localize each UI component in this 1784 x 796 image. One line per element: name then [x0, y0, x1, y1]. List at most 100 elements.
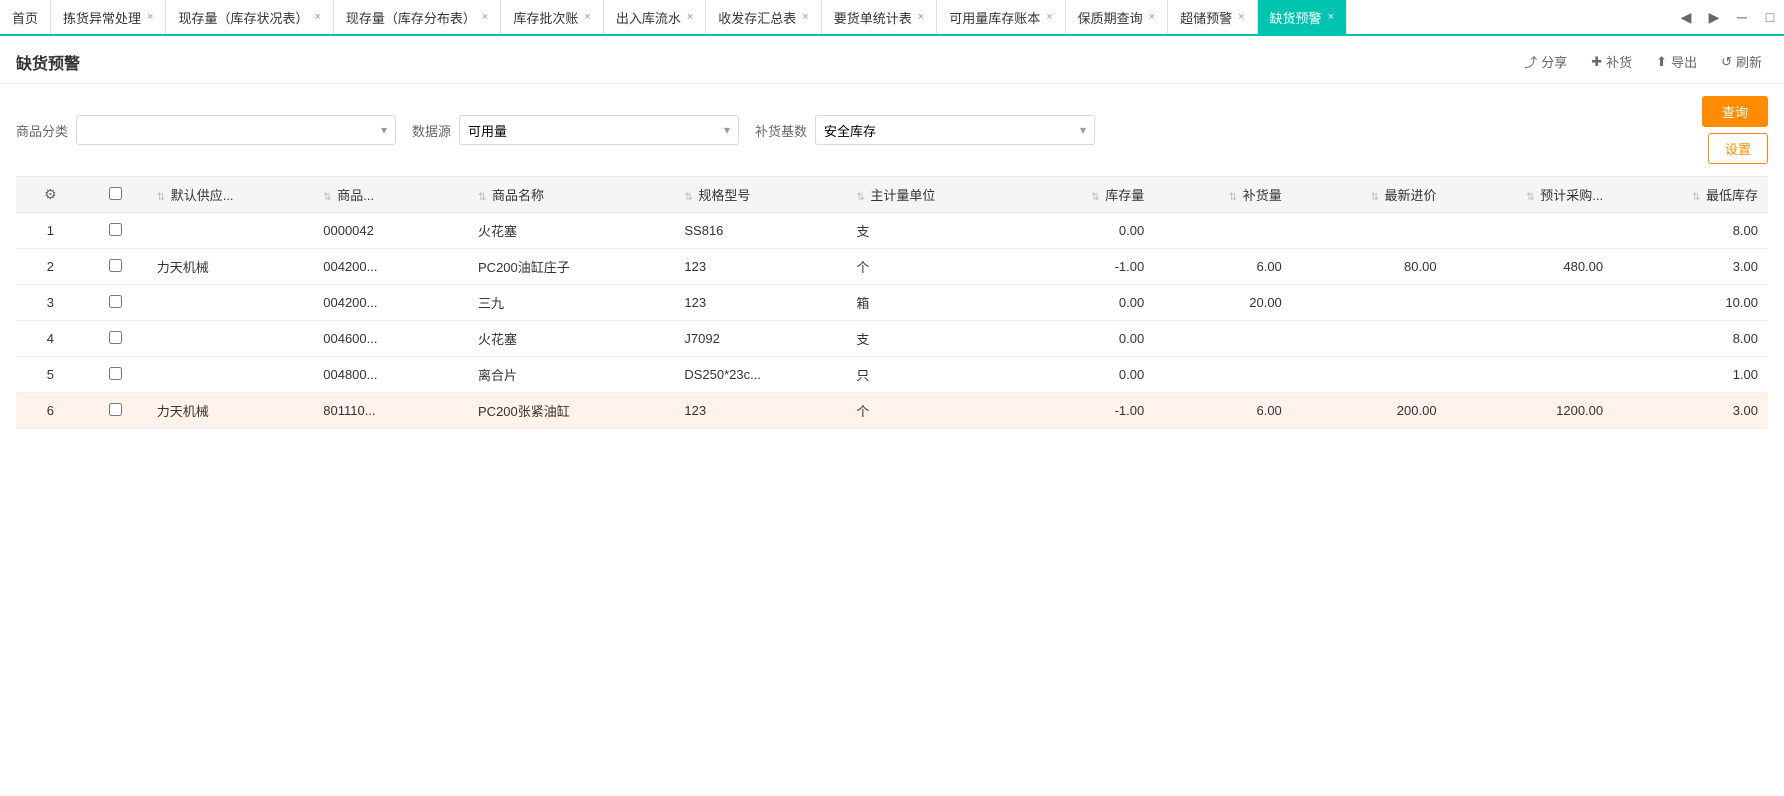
tab-item-inout[interactable]: 出入库流水×	[604, 0, 706, 34]
replenish-base-value: 安全库存	[824, 121, 876, 140]
sort-code-icon[interactable]: ⇅	[323, 192, 331, 203]
sort-supplier-icon[interactable]: ⇅	[157, 192, 165, 203]
export-icon: ⬆	[1656, 54, 1667, 70]
cell-min-stock: 3.00	[1613, 249, 1768, 285]
cell-plan: 480.00	[1447, 249, 1614, 285]
select-all-checkbox[interactable]	[109, 187, 122, 200]
tab-item-collect[interactable]: 收发存汇总表×	[706, 0, 821, 34]
cell-spec: J7092	[674, 321, 846, 357]
cell-checkbox[interactable]	[85, 357, 147, 393]
tab-item-available[interactable]: 可用量库存账本×	[937, 0, 1065, 34]
cell-checkbox[interactable]	[85, 213, 147, 249]
tab-prev-button[interactable]: ◀	[1672, 0, 1700, 35]
row-checkbox[interactable]	[109, 223, 122, 236]
tab-item-exception[interactable]: 拣货异常处理×	[51, 0, 166, 34]
th-gear[interactable]: ⚙	[16, 177, 85, 213]
tab-label: 超储预警	[1180, 8, 1232, 27]
tab-close-btn[interactable]: ×	[687, 11, 693, 23]
cell-unit: 个	[846, 393, 1016, 429]
row-checkbox[interactable]	[109, 331, 122, 344]
cell-replenish: 6.00	[1154, 393, 1292, 429]
tab-item-inventory-dist[interactable]: 现存量（库存分布表）×	[334, 0, 501, 34]
tab-close-btn[interactable]: ×	[1238, 11, 1244, 23]
tab-item-order-stats[interactable]: 要货单统计表×	[822, 0, 937, 34]
category-select[interactable]: ▾	[76, 115, 396, 145]
datasource-select[interactable]: 可用量 ▾	[459, 115, 739, 145]
tab-item-batch[interactable]: 库存批次账×	[501, 0, 603, 34]
table-row: 5 004800... 离合片 DS250*23c... 只 0.00 1.00	[16, 357, 1768, 393]
cell-code: 004200...	[313, 249, 468, 285]
sort-min-icon[interactable]: ⇅	[1692, 192, 1700, 203]
tab-item-inventory-status[interactable]: 现存量（库存状况表）×	[166, 0, 333, 34]
th-supplier: ⇅ 默认供应...	[147, 177, 314, 213]
sort-name-icon[interactable]: ⇅	[478, 192, 486, 203]
window-minimize-button[interactable]: ─	[1728, 0, 1756, 35]
cell-index: 1	[16, 213, 85, 249]
tab-bar: 首页拣货异常处理×现存量（库存状况表）×现存量（库存分布表）×库存批次账×出入库…	[0, 0, 1784, 36]
tab-close-btn[interactable]: ×	[802, 11, 808, 23]
sort-unit-icon[interactable]: ⇅	[856, 192, 864, 203]
table-container: ⚙ ⇅ 默认供应... ⇅ 商品... ⇅ 商品名称	[0, 176, 1784, 429]
tab-close-btn[interactable]: ×	[314, 11, 320, 23]
export-button[interactable]: ⬆ 导出	[1650, 48, 1703, 75]
tab-next-button[interactable]: ▶	[1700, 0, 1728, 35]
th-unit: ⇅ 主计量单位	[846, 177, 1016, 213]
cell-name: 离合片	[468, 357, 674, 393]
cell-index: 4	[16, 321, 85, 357]
tab-item-overstock[interactable]: 超储预警 ×	[1168, 0, 1257, 34]
tab-item-home[interactable]: 首页	[0, 0, 51, 34]
row-checkbox[interactable]	[109, 367, 122, 380]
cell-min-stock: 3.00	[1613, 393, 1768, 429]
cell-spec: DS250*23c...	[674, 357, 846, 393]
cell-unit: 个	[846, 249, 1016, 285]
tab-close-btn[interactable]: ×	[482, 11, 488, 23]
sort-replenish-icon[interactable]: ⇅	[1229, 192, 1237, 203]
cell-checkbox[interactable]	[85, 285, 147, 321]
cell-checkbox[interactable]	[85, 321, 147, 357]
cell-name: PC200张紧油缸	[468, 393, 674, 429]
cell-spec: 123	[674, 285, 846, 321]
table-body: 1 0000042 火花塞 SS816 支 0.00 8.00 2 力天机械 0…	[16, 213, 1768, 429]
tab-close-btn[interactable]: ×	[1149, 11, 1155, 23]
tab-close-btn[interactable]: ×	[147, 11, 153, 23]
refresh-button[interactable]: ↺ 刷新	[1715, 48, 1768, 75]
row-checkbox[interactable]	[109, 295, 122, 308]
share-button[interactable]: ⤴ 分享	[1518, 48, 1573, 75]
gear-icon[interactable]: ⚙	[44, 186, 57, 202]
window-maximize-button[interactable]: □	[1756, 0, 1784, 35]
cell-spec: 123	[674, 249, 846, 285]
sort-price-icon[interactable]: ⇅	[1371, 192, 1379, 203]
row-checkbox[interactable]	[109, 403, 122, 416]
cell-name: 三九	[468, 285, 674, 321]
cell-replenish	[1154, 357, 1292, 393]
tab-close-btn[interactable]: ×	[584, 11, 590, 23]
cell-stock: -1.00	[1017, 393, 1155, 429]
cell-checkbox[interactable]	[85, 393, 147, 429]
sort-spec-icon[interactable]: ⇅	[684, 192, 692, 203]
table-row: 6 力天机械 801110... PC200张紧油缸 123 个 -1.00 6…	[16, 393, 1768, 429]
settings-button[interactable]: 设置	[1708, 133, 1768, 164]
query-button[interactable]: 查询	[1702, 96, 1768, 127]
tab-item-expiry[interactable]: 保质期查询×	[1066, 0, 1168, 34]
cell-stock: 0.00	[1017, 285, 1155, 321]
tab-close-btn[interactable]: ×	[1328, 11, 1334, 23]
tab-item-shortage[interactable]: 缺货预警×	[1258, 0, 1347, 34]
sort-stock-icon[interactable]: ⇅	[1091, 192, 1099, 203]
th-name: ⇅ 商品名称	[468, 177, 674, 213]
cell-plan	[1447, 357, 1614, 393]
cell-replenish: 6.00	[1154, 249, 1292, 285]
sort-plan-icon[interactable]: ⇅	[1526, 192, 1534, 203]
replenish-base-select[interactable]: 安全库存 ▾	[815, 115, 1095, 145]
share-icon: ⤴	[1524, 52, 1537, 71]
datasource-select-value: 可用量	[468, 121, 507, 140]
cell-price	[1292, 357, 1447, 393]
th-checkbox[interactable]	[85, 177, 147, 213]
tab-close-btn[interactable]: ×	[1046, 11, 1052, 23]
th-code: ⇅ 商品...	[313, 177, 468, 213]
tab-nav-buttons: ◀ ▶ ─ □	[1672, 0, 1784, 35]
tab-close-btn[interactable]: ×	[918, 11, 924, 23]
replenish-button[interactable]: ✚ 补货	[1585, 48, 1638, 75]
cell-checkbox[interactable]	[85, 249, 147, 285]
cell-supplier	[147, 321, 314, 357]
row-checkbox[interactable]	[109, 259, 122, 272]
